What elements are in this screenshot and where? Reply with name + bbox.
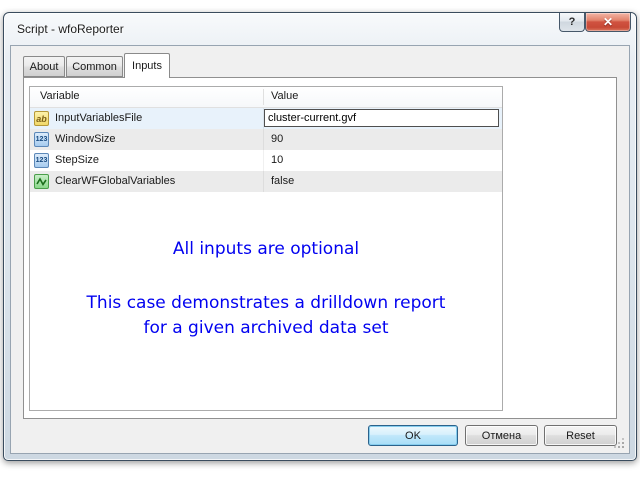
table-row[interactable]: 123 WindowSize 90 (30, 129, 502, 150)
help-button[interactable]: ? (559, 13, 585, 32)
table-row[interactable]: ClearWFGlobalVariables false (30, 171, 502, 192)
inputs-tab-page: Variable Value ab InputVariablesFile clu… (23, 77, 617, 419)
variable-value: false (271, 175, 295, 187)
tab-common-label: Common (72, 60, 117, 73)
cancel-button[interactable]: Отмена (465, 425, 538, 446)
window-title: Script - wfoReporter (17, 22, 124, 36)
dialog-client-area: About Common Inputs Variable Value ab In… (11, 46, 629, 453)
help-icon: ? (568, 16, 576, 28)
resize-grip-icon[interactable] (613, 437, 625, 449)
dialog-window: Script - wfoReporter ? ✕ About Common In… (3, 12, 637, 461)
column-divider[interactable] (263, 89, 264, 105)
column-header-variable[interactable]: Variable (40, 90, 80, 102)
table-row[interactable]: ab InputVariablesFile (30, 108, 502, 129)
screenshot-stage: Script - wfoReporter ? ✕ About Common In… (0, 0, 640, 480)
note-description: This case demonstrates a drilldown repor… (30, 291, 502, 341)
variable-value: 10 (271, 154, 284, 166)
value-edit-input[interactable] (264, 109, 499, 127)
reset-button-label: Reset (566, 429, 595, 442)
variable-name: InputVariablesFile (55, 112, 143, 124)
string-type-icon: ab (34, 111, 49, 126)
note-description-line2: for a given archived data set (143, 318, 389, 338)
variable-name: WindowSize (55, 133, 116, 145)
tab-inputs[interactable]: Inputs (124, 53, 170, 78)
tab-about[interactable]: About (23, 56, 65, 77)
inputs-table: Variable Value ab InputVariablesFile clu… (29, 86, 503, 411)
integer-type-icon: 123 (34, 153, 49, 168)
cancel-button-label: Отмена (481, 429, 522, 442)
close-button[interactable]: ✕ (585, 13, 631, 32)
variable-name: StepSize (55, 154, 100, 166)
variable-value: 90 (271, 133, 284, 145)
table-header: Variable Value (30, 87, 502, 108)
boolean-type-icon (34, 174, 49, 189)
tab-about-label: About (29, 60, 59, 73)
ok-button[interactable]: OK (368, 425, 458, 446)
table-row[interactable]: 123 StepSize 10 (30, 150, 502, 171)
reset-button[interactable]: Reset (544, 425, 617, 446)
ok-button-label: OK (405, 429, 421, 442)
note-optional-inputs: All inputs are optional (172, 239, 360, 259)
tab-common[interactable]: Common (66, 56, 123, 77)
column-header-value[interactable]: Value (271, 90, 298, 102)
close-icon: ✕ (602, 15, 614, 29)
integer-type-icon: 123 (34, 132, 49, 147)
note-description-line1: This case demonstrates a drilldown repor… (86, 293, 446, 313)
tab-inputs-label: Inputs (132, 60, 162, 72)
variable-name: ClearWFGlobalVariables (55, 175, 176, 187)
